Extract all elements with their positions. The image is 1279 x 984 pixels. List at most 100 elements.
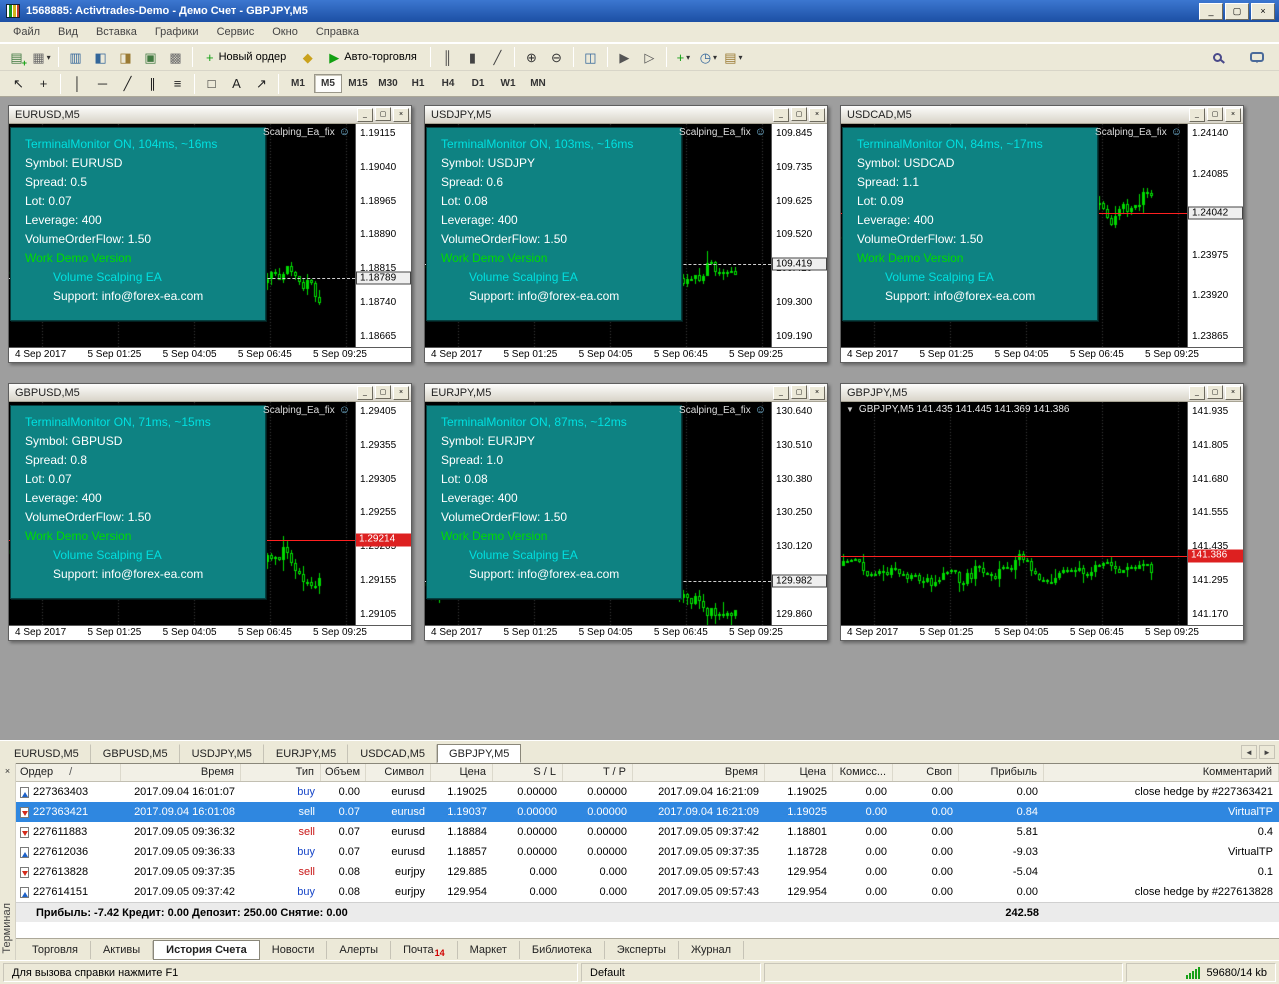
- column-header-price[interactable]: Цена: [431, 764, 493, 781]
- chart-tab-1[interactable]: GBPUSD,M5: [91, 744, 180, 763]
- history-row[interactable]: 227613828 2017.09.05 09:37:35 sell 0.08 eurj…: [16, 862, 1279, 882]
- terminal-tab-9[interactable]: Журнал: [679, 940, 745, 959]
- menu-item-6[interactable]: Справка: [307, 23, 368, 41]
- timeframe-w1[interactable]: W1: [494, 74, 522, 93]
- history-row[interactable]: 227363421 2017.09.04 16:01:08 sell 0.07 euru…: [16, 802, 1279, 822]
- menu-item-3[interactable]: Графики: [146, 23, 208, 41]
- terminal-tab-2[interactable]: История Счета: [153, 939, 260, 960]
- status-profile[interactable]: Default: [581, 963, 761, 982]
- crosshair-icon[interactable]: +: [32, 73, 55, 95]
- chart-profiles-icon[interactable]: ▦ ▾: [30, 46, 53, 68]
- indicators-icon[interactable]: + ▾: [672, 46, 695, 68]
- column-header-swap[interactable]: Своп: [893, 764, 959, 781]
- chart-minimize-button[interactable]: _: [357, 385, 373, 400]
- chart-minimize-button[interactable]: _: [357, 107, 373, 122]
- timeframe-h4[interactable]: H4: [434, 74, 462, 93]
- column-header-type[interactable]: Тип: [241, 764, 321, 781]
- chart-restore-button[interactable]: ▢: [1207, 107, 1223, 122]
- chart-close-button[interactable]: ×: [1225, 107, 1241, 122]
- menu-item-2[interactable]: Вставка: [87, 23, 146, 41]
- column-header-time[interactable]: Время: [121, 764, 241, 781]
- chart-title-bar[interactable]: GBPUSD,M5 _ ▢ ×: [9, 384, 411, 402]
- chart-shift-icon[interactable]: ▷: [638, 46, 661, 68]
- minimize-button[interactable]: _: [1199, 2, 1223, 20]
- chart-restore-button[interactable]: ▢: [375, 385, 391, 400]
- data-window-icon[interactable]: ◧: [89, 46, 112, 68]
- shapes-icon[interactable]: □: [200, 73, 223, 95]
- chart-title-bar[interactable]: USDCAD,M5 _ ▢ ×: [841, 106, 1243, 124]
- text-icon[interactable]: A: [225, 73, 248, 95]
- chart-restore-button[interactable]: ▢: [1207, 385, 1223, 400]
- chart-restore-button[interactable]: ▢: [791, 107, 807, 122]
- chart-title-bar[interactable]: USDJPY,M5 _ ▢ ×: [425, 106, 827, 124]
- chart-plot[interactable]: Scalping_Ea_fix ☺ TerminalMonitor ON, 104m…: [9, 124, 355, 347]
- terminal-tab-7[interactable]: Библиотека: [520, 940, 605, 959]
- chart-close-button[interactable]: ×: [393, 385, 409, 400]
- menu-item-4[interactable]: Сервис: [208, 23, 264, 41]
- timeframe-m1[interactable]: M1: [284, 74, 312, 93]
- terminal-tab-5[interactable]: Почта 14: [391, 940, 458, 959]
- auto-trading-button[interactable]: ▶ Авто-торговля: [321, 46, 425, 68]
- menu-item-1[interactable]: Вид: [49, 23, 87, 41]
- chart-plot[interactable]: Scalping_Ea_fix ☺ TerminalMonitor ON, 87ms…: [425, 402, 771, 625]
- line-chart-icon[interactable]: ╱: [486, 46, 509, 68]
- terminal-tab-8[interactable]: Эксперты: [605, 940, 679, 959]
- channel-icon[interactable]: ∥: [141, 73, 164, 95]
- history-row[interactable]: 227611883 2017.09.05 09:36:32 sell 0.07 euru…: [16, 822, 1279, 842]
- chart-close-button[interactable]: ×: [809, 107, 825, 122]
- column-header-order[interactable]: Ордер /: [16, 764, 121, 781]
- chart-close-button[interactable]: ×: [393, 107, 409, 122]
- terminal-tab-1[interactable]: Активы: [91, 940, 154, 959]
- chat-button[interactable]: [1245, 46, 1268, 68]
- timeframe-mn[interactable]: MN: [524, 74, 552, 93]
- candlestick-chart-icon[interactable]: ▮: [461, 46, 484, 68]
- terminal-toggle-icon[interactable]: ▣: [139, 46, 162, 68]
- timeframe-m5[interactable]: M5: [314, 74, 342, 93]
- market-watch-icon[interactable]: ▥: [64, 46, 87, 68]
- new-chart-icon[interactable]: ▤ +: [5, 46, 28, 69]
- chart-title-bar[interactable]: EURUSD,M5 _ ▢ ×: [9, 106, 411, 124]
- timeframe-h1[interactable]: H1: [404, 74, 432, 93]
- chart-close-button[interactable]: ×: [809, 385, 825, 400]
- column-header-commission[interactable]: Комисс...: [833, 764, 893, 781]
- templates-icon[interactable]: ▤ ▾: [722, 46, 745, 68]
- chart-title-bar[interactable]: EURJPY,M5 _ ▢ ×: [425, 384, 827, 402]
- restore-button[interactable]: ▢: [1225, 2, 1249, 20]
- chart-tab-4[interactable]: USDCAD,M5: [348, 744, 438, 763]
- chart-plot[interactable]: Scalping_Ea_fix ☺ TerminalMonitor ON, 84ms…: [841, 124, 1187, 347]
- terminal-tab-3[interactable]: Новости: [260, 940, 328, 959]
- column-header-profit[interactable]: Прибыль: [959, 764, 1044, 781]
- collapse-icon[interactable]: ▼: [846, 405, 854, 414]
- periods-icon[interactable]: ◷ ▾: [697, 46, 720, 68]
- bar-chart-icon[interactable]: ║: [436, 46, 459, 68]
- history-row[interactable]: 227612036 2017.09.05 09:36:33 buy 0.07 eurus…: [16, 842, 1279, 862]
- tile-windows-icon[interactable]: ◫: [579, 46, 602, 68]
- horizontal-line-icon[interactable]: ─: [91, 73, 114, 95]
- arrow-marker-icon[interactable]: ↗: [250, 73, 273, 95]
- chart-minimize-button[interactable]: _: [1189, 385, 1205, 400]
- chart-tab-3[interactable]: EURJPY,M5: [264, 744, 349, 763]
- chart-restore-button[interactable]: ▢: [375, 107, 391, 122]
- timeframe-d1[interactable]: D1: [464, 74, 492, 93]
- chart-tab-0[interactable]: EURUSD,M5: [2, 744, 91, 763]
- metaeditor-icon[interactable]: ◆: [296, 46, 319, 68]
- menu-item-0[interactable]: Файл: [4, 23, 49, 41]
- strategy-tester-icon[interactable]: ▩: [164, 46, 187, 68]
- tab-scroll-right-icon[interactable]: ►: [1259, 745, 1275, 759]
- chart-plot[interactable]: ▼ GBPJPY,M5 141.435 141.445 141.369 141.3…: [841, 402, 1187, 625]
- timeframe-m15[interactable]: M15: [344, 74, 372, 93]
- terminal-tab-6[interactable]: Маркет: [458, 940, 520, 959]
- terminal-tab-0[interactable]: Торговля: [20, 940, 91, 959]
- zoom-in-icon[interactable]: ⊕: [520, 46, 543, 68]
- chart-minimize-button[interactable]: _: [773, 385, 789, 400]
- trendline-icon[interactable]: ╱: [116, 73, 139, 95]
- chart-title-bar[interactable]: GBPJPY,M5 _ ▢ ×: [841, 384, 1243, 402]
- column-header-price2[interactable]: Цена: [765, 764, 833, 781]
- column-header-symbol[interactable]: Символ: [366, 764, 431, 781]
- fibonacci-icon[interactable]: ≡: [166, 73, 189, 95]
- vertical-line-icon[interactable]: │: [66, 73, 89, 95]
- chart-minimize-button[interactable]: _: [773, 107, 789, 122]
- auto-scroll-icon[interactable]: ▶: [613, 46, 636, 68]
- chart-minimize-button[interactable]: _: [1189, 107, 1205, 122]
- terminal-tab-4[interactable]: Алерты: [327, 940, 392, 959]
